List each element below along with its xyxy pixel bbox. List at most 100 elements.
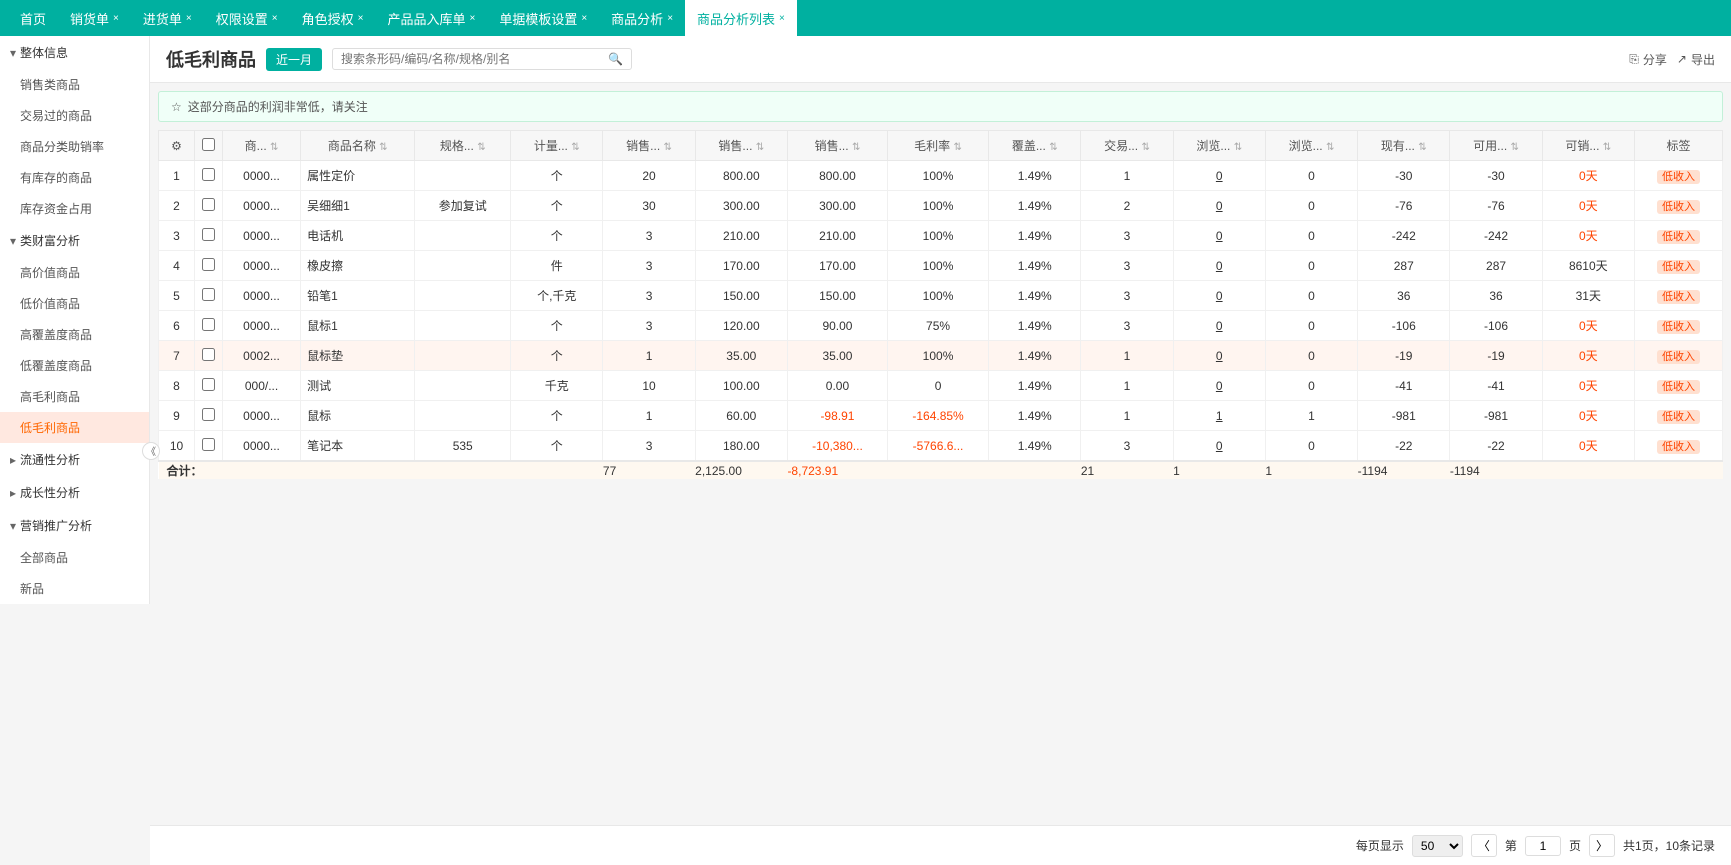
sidebar-item-high-margin[interactable]: 高毛利商品 bbox=[0, 381, 149, 412]
nav-sales[interactable]: 销货单 × bbox=[58, 0, 131, 36]
nav-template[interactable]: 单据模板设置 × bbox=[487, 0, 599, 36]
nav-purchase[interactable]: 进货单 × bbox=[131, 0, 204, 36]
cell-checkbox[interactable] bbox=[195, 191, 223, 221]
nav-product-analysis-list[interactable]: 商品分析列表 × bbox=[685, 0, 797, 36]
close-icon[interactable]: × bbox=[779, 13, 785, 24]
row-checkbox[interactable] bbox=[202, 408, 215, 421]
search-input[interactable] bbox=[341, 52, 608, 66]
search-icon[interactable]: 🔍 bbox=[608, 52, 623, 66]
sidebar-item-stocked-products[interactable]: 有库存的商品 bbox=[0, 162, 149, 193]
sidebar-item-stock-capital[interactable]: 库存资金占用 bbox=[0, 193, 149, 224]
view-count-link[interactable]: 0 bbox=[1216, 199, 1223, 213]
cell-view-count[interactable]: 0 bbox=[1173, 431, 1265, 462]
cell-view-count[interactable]: 0 bbox=[1173, 311, 1265, 341]
nav-home[interactable]: 首页 bbox=[8, 0, 58, 36]
view-count-link[interactable]: 0 bbox=[1216, 289, 1223, 303]
select-all-checkbox[interactable] bbox=[202, 138, 215, 151]
page-size-select[interactable]: 50 20 100 bbox=[1412, 835, 1463, 857]
col-sale-profit[interactable]: 销售... ⇅ bbox=[787, 131, 887, 161]
cell-checkbox[interactable] bbox=[195, 371, 223, 401]
cell-view-count[interactable]: 0 bbox=[1173, 281, 1265, 311]
view-count-link[interactable]: 0 bbox=[1216, 439, 1223, 453]
sidebar-item-low-coverage[interactable]: 低覆盖度商品 bbox=[0, 350, 149, 381]
row-checkbox[interactable] bbox=[202, 348, 215, 361]
nav-roles[interactable]: 角色授权 × bbox=[290, 0, 376, 36]
export-button[interactable]: ↗ 导出 bbox=[1677, 51, 1715, 68]
nav-permissions[interactable]: 权限设置 × bbox=[204, 0, 290, 36]
col-gross-rate[interactable]: 毛利率 ⇅ bbox=[887, 131, 988, 161]
close-icon[interactable]: × bbox=[581, 13, 587, 24]
col-coverage[interactable]: 覆盖... ⇅ bbox=[989, 131, 1081, 161]
page-number-input[interactable] bbox=[1525, 836, 1561, 856]
row-checkbox[interactable] bbox=[202, 198, 215, 211]
sidebar-item-low-value[interactable]: 低价值商品 bbox=[0, 288, 149, 319]
sidebar-item-sales-products[interactable]: 销售类商品 bbox=[0, 69, 149, 100]
cell-view-count[interactable]: 1 bbox=[1173, 401, 1265, 431]
col-unit[interactable]: 计量... ⇅ bbox=[511, 131, 603, 161]
col-saleable[interactable]: 可销... ⇅ bbox=[1542, 131, 1634, 161]
row-checkbox[interactable] bbox=[202, 288, 215, 301]
cell-view-count[interactable]: 0 bbox=[1173, 161, 1265, 191]
sidebar-group-marketing[interactable]: ▾ 营销推广分析 bbox=[0, 509, 149, 542]
view-count-link[interactable]: 1 bbox=[1216, 409, 1223, 423]
cell-checkbox[interactable] bbox=[195, 281, 223, 311]
view-count-link[interactable]: 0 bbox=[1216, 169, 1223, 183]
sidebar-item-category-rate[interactable]: 商品分类助销率 bbox=[0, 131, 149, 162]
row-checkbox[interactable] bbox=[202, 438, 215, 451]
col-sale-qty[interactable]: 销售... ⇅ bbox=[603, 131, 695, 161]
sidebar-group-overall[interactable]: ▾ 整体信息 bbox=[0, 36, 149, 69]
nav-product-entry[interactable]: 产品品入库单 × bbox=[375, 0, 487, 36]
cell-checkbox[interactable] bbox=[195, 401, 223, 431]
cell-view-count[interactable]: 0 bbox=[1173, 221, 1265, 251]
col-sale-amount[interactable]: 销售... ⇅ bbox=[695, 131, 787, 161]
view-count-link[interactable]: 0 bbox=[1216, 319, 1223, 333]
sidebar-collapse-button[interactable]: 《 bbox=[142, 442, 160, 460]
view-count-link[interactable]: 0 bbox=[1216, 259, 1223, 273]
table-container[interactable]: ⚙ 商... ⇅ 商品名称 ⇅ 规格... ⇅ 计量... ⇅ 销售... ⇅ … bbox=[150, 130, 1731, 825]
view-count-link[interactable]: 0 bbox=[1216, 229, 1223, 243]
col-view-count[interactable]: 浏览... ⇅ bbox=[1173, 131, 1265, 161]
cell-checkbox[interactable] bbox=[195, 431, 223, 462]
sidebar-item-high-coverage[interactable]: 高覆盖度商品 bbox=[0, 319, 149, 350]
sidebar-item-traded-products[interactable]: 交易过的商品 bbox=[0, 100, 149, 131]
col-trade-count[interactable]: 交易... ⇅ bbox=[1081, 131, 1173, 161]
sidebar-group-wealth[interactable]: ▾ 类财富分析 bbox=[0, 224, 149, 257]
col-name[interactable]: 商品名称 ⇅ bbox=[301, 131, 415, 161]
sidebar-item-low-margin[interactable]: 低毛利商品 bbox=[0, 412, 149, 443]
close-icon[interactable]: × bbox=[113, 13, 119, 24]
close-icon[interactable]: × bbox=[272, 13, 278, 24]
close-icon[interactable]: × bbox=[469, 13, 475, 24]
col-spec[interactable]: 规格... ⇅ bbox=[415, 131, 511, 161]
share-button[interactable]: ⎘ 分享 bbox=[1629, 51, 1667, 68]
sidebar-group-growth[interactable]: ▸ 成长性分析 bbox=[0, 476, 149, 509]
col-available[interactable]: 可用... ⇅ bbox=[1450, 131, 1542, 161]
next-page-button[interactable]: 〉 bbox=[1589, 834, 1615, 857]
col-tag[interactable]: 标签 bbox=[1634, 131, 1722, 161]
row-checkbox[interactable] bbox=[202, 168, 215, 181]
col-settings[interactable]: ⚙ bbox=[159, 131, 195, 161]
row-checkbox[interactable] bbox=[202, 258, 215, 271]
cell-checkbox[interactable] bbox=[195, 251, 223, 281]
cell-view-count[interactable]: 0 bbox=[1173, 341, 1265, 371]
col-view-count2[interactable]: 浏览... ⇅ bbox=[1265, 131, 1357, 161]
filter-recent-month-button[interactable]: 近一月 bbox=[266, 48, 322, 71]
cell-view-count[interactable]: 0 bbox=[1173, 191, 1265, 221]
col-code[interactable]: 商... ⇅ bbox=[223, 131, 301, 161]
sidebar-item-high-value[interactable]: 高价值商品 bbox=[0, 257, 149, 288]
cell-checkbox[interactable] bbox=[195, 221, 223, 251]
cell-checkbox[interactable] bbox=[195, 341, 223, 371]
nav-product-analysis[interactable]: 商品分析 × bbox=[599, 0, 685, 36]
view-count-link[interactable]: 0 bbox=[1216, 379, 1223, 393]
cell-checkbox[interactable] bbox=[195, 311, 223, 341]
row-checkbox[interactable] bbox=[202, 228, 215, 241]
sidebar-item-new-products[interactable]: 新品 bbox=[0, 573, 149, 604]
close-icon[interactable]: × bbox=[358, 13, 364, 24]
close-icon[interactable]: × bbox=[186, 13, 192, 24]
sidebar-group-circulation[interactable]: ▸ 流通性分析 bbox=[0, 443, 149, 476]
cell-view-count[interactable]: 0 bbox=[1173, 371, 1265, 401]
close-icon[interactable]: × bbox=[667, 13, 673, 24]
cell-view-count[interactable]: 0 bbox=[1173, 251, 1265, 281]
cell-checkbox[interactable] bbox=[195, 161, 223, 191]
row-checkbox[interactable] bbox=[202, 318, 215, 331]
prev-page-button[interactable]: 〈 bbox=[1471, 834, 1497, 857]
